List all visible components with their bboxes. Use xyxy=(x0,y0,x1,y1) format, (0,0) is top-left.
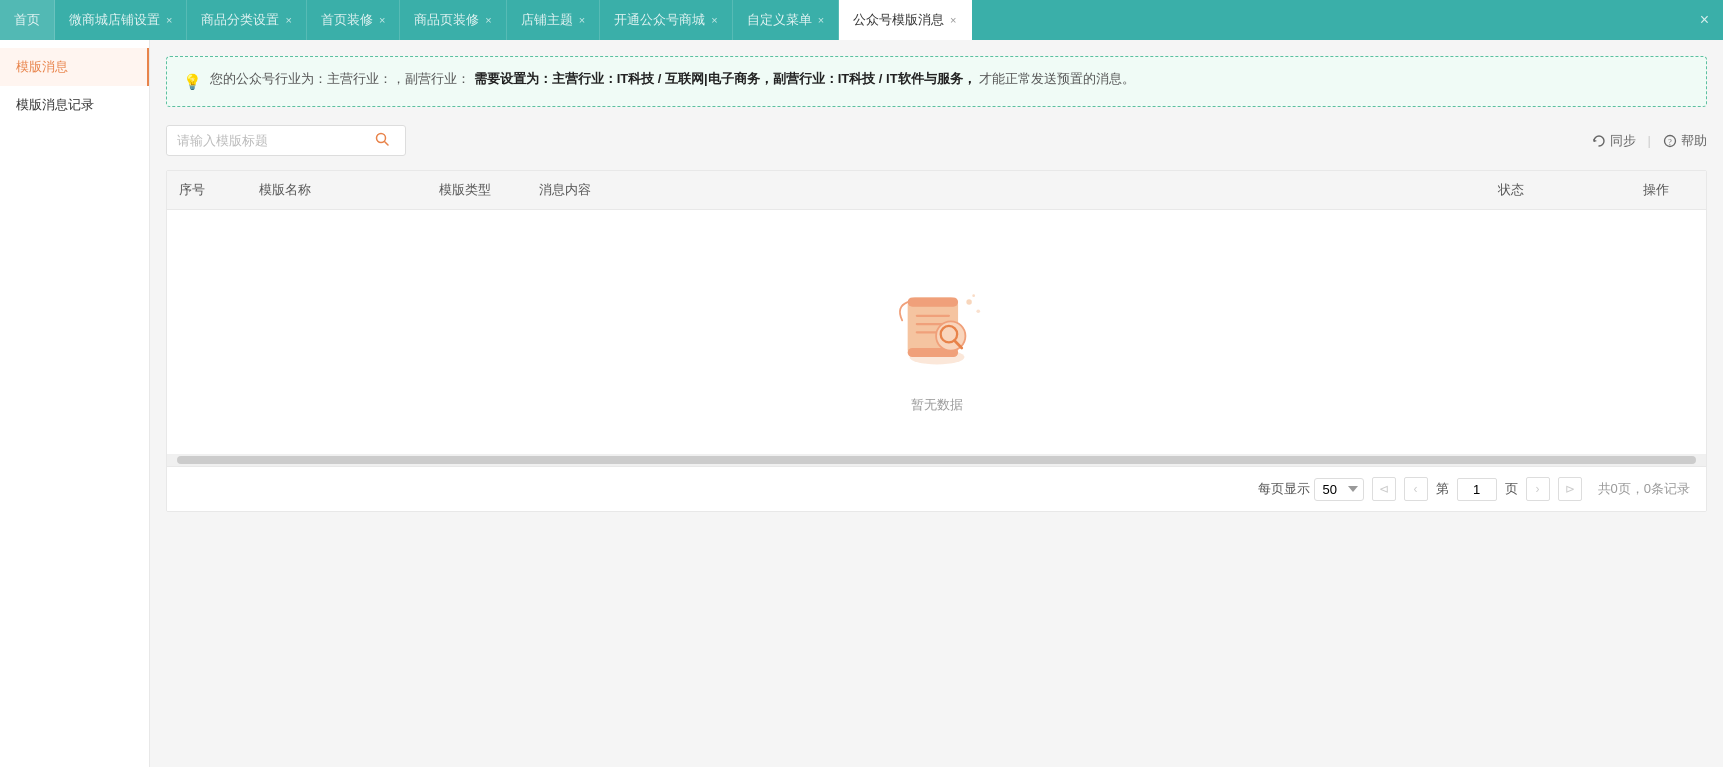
page-input[interactable] xyxy=(1457,478,1497,501)
sidebar-item-template[interactable]: 模版消息 xyxy=(0,48,149,86)
notice-highlight: 需要设置为：主营行业：IT科技 / 互联网|电子商务，副营行业：IT科技 / I… xyxy=(474,71,976,86)
content-area: 💡 您的公众号行业为：主营行业：，副营行业： 需要设置为：主营行业：IT科技 /… xyxy=(150,40,1723,767)
empty-state: 暂无数据 xyxy=(167,210,1706,454)
th-content: 消息内容 xyxy=(527,171,1486,209)
th-type: 模版类型 xyxy=(427,171,527,209)
horizontal-scrollbar[interactable] xyxy=(167,454,1706,466)
pagination: 每页显示 10 20 50 100 ⊲ ‹ 第 页 › ⊳ 共0页，0条记录 xyxy=(167,466,1706,511)
tab-micro-shop-label: 微商城店铺设置 xyxy=(69,11,160,29)
tab-home-deco[interactable]: 首页装修 × xyxy=(307,0,400,40)
tab-custom-menu-label: 自定义菜单 xyxy=(747,11,812,29)
close-tab-custom-menu[interactable]: × xyxy=(818,15,824,26)
svg-point-14 xyxy=(966,299,972,305)
sync-icon xyxy=(1592,134,1606,148)
empty-illustration xyxy=(882,270,992,380)
sync-button[interactable]: 同步 xyxy=(1592,132,1636,150)
tab-home-deco-label: 首页装修 xyxy=(321,11,373,29)
help-icon: ? xyxy=(1663,134,1677,148)
close-all-button[interactable]: × xyxy=(1686,11,1723,29)
next-page-button[interactable]: › xyxy=(1526,477,1550,501)
search-icon xyxy=(375,132,389,146)
main-layout: 模版消息 模版消息记录 💡 您的公众号行业为：主营行业：，副营行业： 需要设置为… xyxy=(0,40,1723,767)
tab-template-msg-label: 公众号模版消息 xyxy=(853,11,944,29)
sidebar: 模版消息 模版消息记录 xyxy=(0,40,150,767)
tab-home[interactable]: 首页 xyxy=(0,0,55,40)
tab-category-label: 商品分类设置 xyxy=(201,11,279,29)
page-prefix: 第 xyxy=(1436,480,1449,498)
per-page-select[interactable]: 10 20 50 100 xyxy=(1314,478,1364,501)
svg-rect-6 xyxy=(907,298,957,307)
page-suffix: 页 xyxy=(1505,480,1518,498)
tab-category[interactable]: 商品分类设置 × xyxy=(187,0,306,40)
search-button[interactable] xyxy=(367,126,397,155)
close-tab-micro-shop[interactable]: × xyxy=(166,15,172,26)
search-input[interactable] xyxy=(167,127,367,154)
empty-text: 暂无数据 xyxy=(911,396,963,414)
search-bar: 同步 | ? 帮助 xyxy=(166,125,1707,156)
tab-product-deco[interactable]: 商品页装修 × xyxy=(400,0,506,40)
tab-template-msg[interactable]: 公众号模版消息 × xyxy=(839,0,971,40)
close-tab-category[interactable]: × xyxy=(285,15,291,26)
svg-point-15 xyxy=(976,309,980,313)
close-tab-product-deco[interactable]: × xyxy=(485,15,491,26)
close-tab-home-deco[interactable]: × xyxy=(379,15,385,26)
tab-custom-menu[interactable]: 自定义菜单 × xyxy=(733,0,839,40)
per-page-wrap: 每页显示 10 20 50 100 xyxy=(1258,478,1364,501)
tab-open-mall[interactable]: 开通公众号商城 × xyxy=(600,0,732,40)
notice-suffix: 才能正常发送预置的消息。 xyxy=(979,71,1135,86)
tab-shop-theme[interactable]: 店铺主题 × xyxy=(507,0,600,40)
tab-home-label: 首页 xyxy=(14,11,40,29)
notice-box: 💡 您的公众号行业为：主营行业：，副营行业： 需要设置为：主营行业：IT科技 /… xyxy=(166,56,1707,107)
close-tab-template-msg[interactable]: × xyxy=(950,15,956,26)
tab-product-deco-label: 商品页装修 xyxy=(414,11,479,29)
first-page-button[interactable]: ⊲ xyxy=(1372,477,1396,501)
th-name: 模版名称 xyxy=(247,171,427,209)
divider: | xyxy=(1648,133,1651,148)
notice-text: 您的公众号行业为：主营行业：，副营行业： 需要设置为：主营行业：IT科技 / 互… xyxy=(210,69,1135,90)
scrollbar-thumb[interactable] xyxy=(177,456,1696,464)
close-tab-open-mall[interactable]: × xyxy=(711,15,717,26)
table: 序号 模版名称 模版类型 消息内容 状态 操作 xyxy=(166,170,1707,512)
total-info: 共0页，0条记录 xyxy=(1598,480,1690,498)
per-page-label: 每页显示 xyxy=(1258,480,1310,498)
help-button[interactable]: ? 帮助 xyxy=(1663,132,1707,150)
help-label: 帮助 xyxy=(1681,132,1707,150)
notice-prefix: 您的公众号行业为：主营行业：，副营行业： xyxy=(210,71,470,86)
sidebar-item-template-label: 模版消息 xyxy=(16,59,68,74)
svg-point-16 xyxy=(972,294,975,297)
close-tab-shop-theme[interactable]: × xyxy=(579,15,585,26)
tab-open-mall-label: 开通公众号商城 xyxy=(614,11,705,29)
prev-page-button[interactable]: ‹ xyxy=(1404,477,1428,501)
bulb-icon: 💡 xyxy=(183,70,202,94)
search-actions: 同步 | ? 帮助 xyxy=(1592,132,1707,150)
th-action: 操作 xyxy=(1606,171,1706,209)
sidebar-item-template-log[interactable]: 模版消息记录 xyxy=(0,86,149,124)
sync-label: 同步 xyxy=(1610,132,1636,150)
th-seq: 序号 xyxy=(167,171,247,209)
tab-shop-theme-label: 店铺主题 xyxy=(521,11,573,29)
th-status: 状态 xyxy=(1486,171,1606,209)
svg-text:?: ? xyxy=(1668,137,1672,146)
top-nav: 首页 微商城店铺设置 × 商品分类设置 × 首页装修 × 商品页装修 × 店铺主… xyxy=(0,0,1723,40)
search-input-wrap xyxy=(166,125,406,156)
tab-micro-shop[interactable]: 微商城店铺设置 × xyxy=(55,0,187,40)
last-page-button[interactable]: ⊳ xyxy=(1558,477,1582,501)
svg-line-1 xyxy=(385,142,389,146)
table-header: 序号 模版名称 模版类型 消息内容 状态 操作 xyxy=(167,171,1706,210)
sidebar-item-template-log-label: 模版消息记录 xyxy=(16,97,94,112)
